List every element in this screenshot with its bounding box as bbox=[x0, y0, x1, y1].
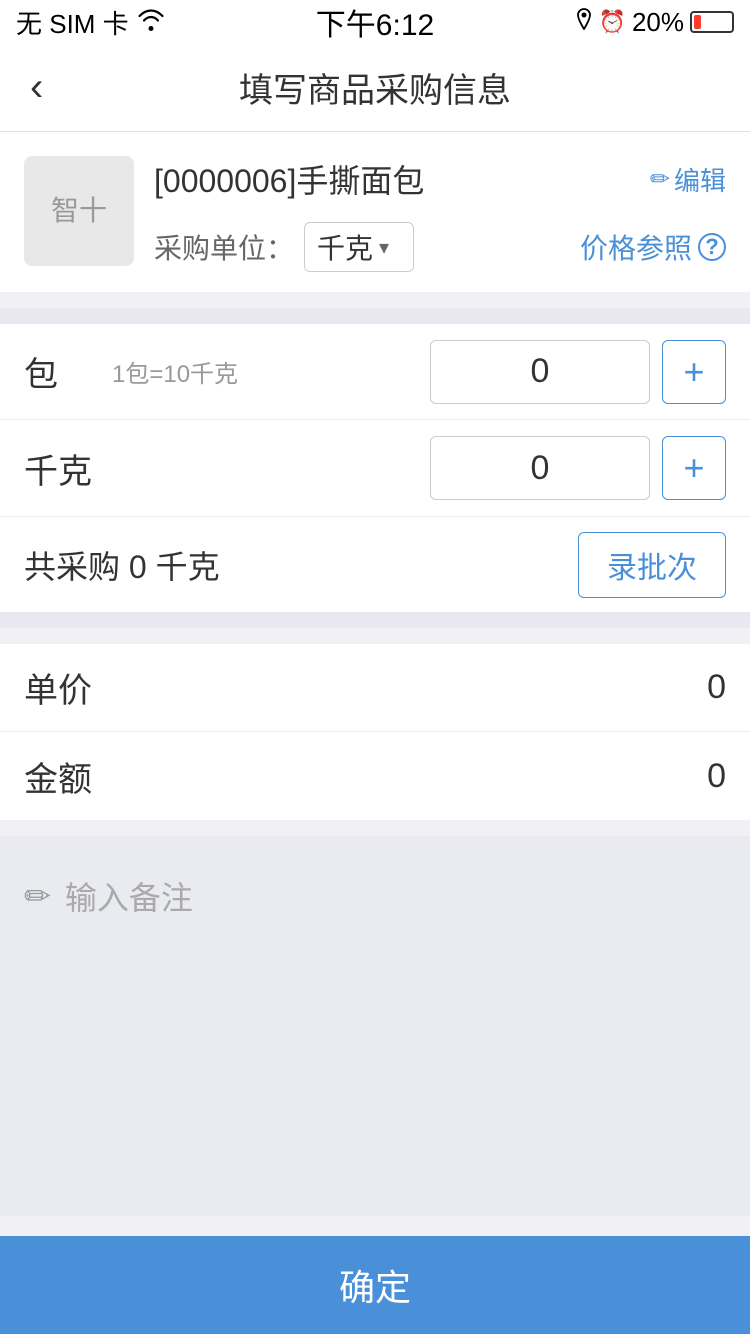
sim-label: 无 SIM 卡 bbox=[16, 4, 129, 41]
kg-label: 千克 bbox=[24, 444, 104, 493]
back-button[interactable]: ‹ bbox=[20, 55, 53, 120]
kg-plus-button[interactable]: + bbox=[662, 436, 726, 500]
battery-pct: 20% bbox=[632, 7, 684, 38]
amount-row: 金额 0 bbox=[0, 732, 750, 820]
wifi-icon bbox=[137, 7, 165, 38]
spacer bbox=[0, 956, 750, 1216]
unit-price-label: 单价 bbox=[24, 663, 92, 712]
note-placeholder: 输入备注 bbox=[65, 873, 193, 919]
unit-price-row: 单价 0 bbox=[0, 644, 750, 732]
unit-selector-group: 采购单位： 千克 ▾ bbox=[154, 222, 414, 272]
bag-input-row: 包 1包=10千克 + bbox=[0, 324, 750, 420]
price-ref-help-icon: ? bbox=[698, 233, 726, 261]
product-image: 智十 bbox=[24, 156, 134, 266]
divider-1 bbox=[0, 308, 750, 324]
back-icon: ‹ bbox=[30, 65, 43, 109]
unit-price-value: 0 bbox=[707, 668, 726, 707]
kg-input-right: + bbox=[430, 436, 726, 500]
price-ref-label: 价格参照 bbox=[580, 227, 692, 267]
input-section: 包 1包=10千克 + 千克 + bbox=[0, 324, 750, 516]
price-ref-button[interactable]: 价格参照 ? bbox=[580, 227, 726, 267]
unit-select-arrow-icon: ▾ bbox=[379, 235, 389, 260]
amount-value: 0 bbox=[707, 757, 726, 796]
product-name: [0000006]手撕面包 bbox=[154, 156, 424, 202]
edit-button[interactable]: ✏ 编辑 bbox=[650, 161, 726, 198]
divider-2 bbox=[0, 612, 750, 628]
amount-label: 金额 bbox=[24, 752, 92, 801]
edit-icon: ✏ bbox=[650, 165, 670, 194]
kg-input-row: 千克 + bbox=[0, 420, 750, 516]
summary-row: 共采购 0 千克 录批次 bbox=[0, 516, 750, 612]
price-section: 单价 0 金额 0 bbox=[0, 644, 750, 820]
confirm-label: 确定 bbox=[339, 1259, 411, 1311]
page-title: 填写商品采购信息 bbox=[239, 63, 511, 112]
kg-quantity-input[interactable] bbox=[430, 436, 650, 500]
product-card: 智十 [0000006]手撕面包 ✏ 编辑 采购单位： 千克 ▾ bbox=[0, 132, 750, 292]
note-section[interactable]: ✏ 输入备注 bbox=[0, 836, 750, 956]
bag-sublabel: 1包=10千克 bbox=[112, 354, 238, 389]
unit-select-text: 千克 bbox=[317, 227, 373, 267]
bag-plus-icon: + bbox=[683, 351, 704, 393]
unit-label: 采购单位： bbox=[154, 227, 294, 267]
location-icon bbox=[575, 8, 593, 36]
unit-select[interactable]: 千克 ▾ bbox=[304, 222, 414, 272]
nav-bar: ‹ 填写商品采购信息 bbox=[0, 44, 750, 132]
bag-plus-button[interactable]: + bbox=[662, 340, 726, 404]
alarm-icon: ⏰ bbox=[599, 9, 626, 35]
batch-button[interactable]: 录批次 bbox=[578, 532, 726, 598]
battery-icon bbox=[690, 11, 734, 33]
product-info: [0000006]手撕面包 ✏ 编辑 采购单位： 千克 ▾ 价格参照 ? bbox=[154, 156, 726, 272]
edit-label: 编辑 bbox=[674, 161, 726, 198]
bag-label: 包 bbox=[24, 347, 104, 396]
confirm-bar[interactable]: 确定 bbox=[0, 1236, 750, 1334]
product-image-placeholder: 智十 bbox=[51, 194, 107, 228]
content-area: 智十 [0000006]手撕面包 ✏ 编辑 采购单位： 千克 ▾ bbox=[0, 132, 750, 1236]
product-name-row: [0000006]手撕面包 ✏ 编辑 bbox=[154, 156, 726, 202]
status-right: ⏰ 20% bbox=[575, 7, 734, 38]
bag-input-right: + bbox=[430, 340, 726, 404]
pencil-icon: ✏ bbox=[24, 877, 51, 915]
status-time: 下午6:12 bbox=[316, 0, 434, 44]
product-unit-row: 采购单位： 千克 ▾ 价格参照 ? bbox=[154, 222, 726, 272]
status-left: 无 SIM 卡 bbox=[16, 4, 165, 41]
bag-quantity-input[interactable] bbox=[430, 340, 650, 404]
kg-plus-icon: + bbox=[683, 447, 704, 489]
status-bar: 无 SIM 卡 下午6:12 ⏰ 20% bbox=[0, 0, 750, 44]
summary-text: 共采购 0 千克 bbox=[24, 542, 220, 588]
